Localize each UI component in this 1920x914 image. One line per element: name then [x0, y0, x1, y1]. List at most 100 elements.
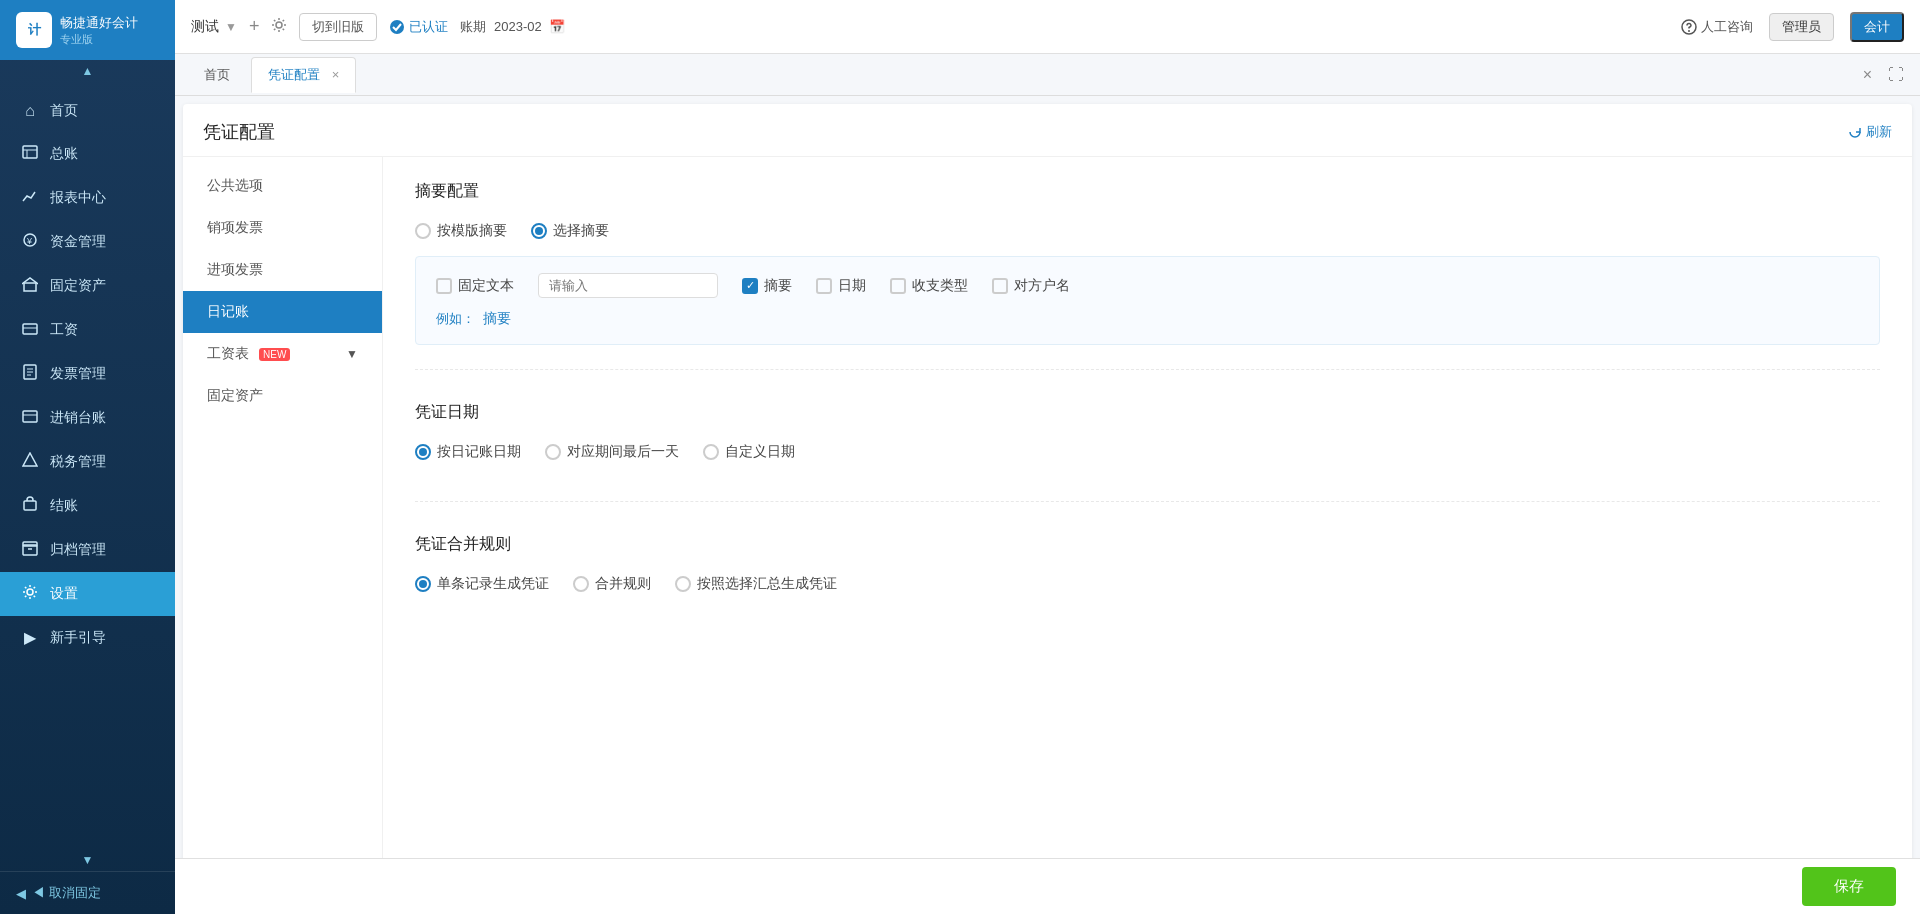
- sidebar-item-assets[interactable]: 固定资产: [0, 264, 175, 308]
- radio-label: 合并规则: [595, 575, 651, 593]
- topbar-switch-btn[interactable]: 切到旧版: [299, 13, 377, 41]
- topbar-period: 账期 2023-02 📅: [460, 18, 565, 36]
- tab-home[interactable]: 首页: [187, 57, 247, 93]
- radio-circle: [415, 223, 431, 239]
- checkbox-income-type[interactable]: 收支类型: [890, 277, 968, 295]
- summary-preview: 例如： 摘要: [436, 310, 1859, 328]
- main-content: 凭证配置 刷新 公共选项 销项发票 进项发票 日记账: [175, 96, 1920, 914]
- radio-circle-checked: [415, 444, 431, 460]
- sidebar-item-label: 设置: [50, 585, 78, 603]
- summary-config-box: 固定文本 摘要 日期: [415, 256, 1880, 345]
- radio-circle: [703, 444, 719, 460]
- fixed-text-input[interactable]: [538, 273, 718, 298]
- sidebar-item-salary[interactable]: 工资: [0, 308, 175, 352]
- radio-circle: [545, 444, 561, 460]
- sidebar-item-close[interactable]: 结账: [0, 484, 175, 528]
- radio-single[interactable]: 单条记录生成凭证: [415, 575, 549, 593]
- left-nav-item-sales-invoice[interactable]: 销项发票: [183, 207, 382, 249]
- left-nav: 公共选项 销项发票 进项发票 日记账 工资表 NEW ▼ 固定资产: [183, 157, 383, 906]
- left-nav-item-journal[interactable]: 日记账: [183, 291, 382, 333]
- assets-icon: [20, 276, 40, 296]
- radio-circle: [675, 576, 691, 592]
- radio-merge-rule[interactable]: 合并规则: [573, 575, 651, 593]
- salary-icon: [20, 320, 40, 340]
- sidebar-item-report[interactable]: 报表中心: [0, 176, 175, 220]
- preview-label: 例如：: [436, 311, 475, 326]
- sidebar-item-trade[interactable]: 进销台账: [0, 396, 175, 440]
- sidebar-item-label: 首页: [50, 102, 78, 120]
- checkbox-box-checked: [742, 278, 758, 294]
- window-maximize-btn[interactable]: ⛶: [1884, 62, 1908, 88]
- topbar-add-btn[interactable]: +: [249, 16, 260, 37]
- topbar: 测试 ▼ + 切到旧版 已认证 账期 2023-02 📅 人工咨询 管理员 会计: [175, 0, 1920, 54]
- invoice-icon: [20, 364, 40, 384]
- tab-voucher-config[interactable]: 凭证配置 ×: [251, 57, 356, 93]
- archive-icon: [20, 540, 40, 560]
- topbar-right: 人工咨询 管理员 会计: [1681, 12, 1904, 42]
- sidebar-item-archive[interactable]: 归档管理: [0, 528, 175, 572]
- left-nav-item-public[interactable]: 公共选项: [183, 165, 382, 207]
- sidebar-item-ledger[interactable]: 总账: [0, 132, 175, 176]
- radio-label: 对应期间最后一天: [567, 443, 679, 461]
- left-nav-item-payroll[interactable]: 工资表 NEW ▼: [183, 333, 382, 375]
- content-body: 公共选项 销项发票 进项发票 日记账 工资表 NEW ▼ 固定资产: [183, 157, 1912, 906]
- sidebar-item-label: 工资: [50, 321, 78, 339]
- sidebar-item-label: 结账: [50, 497, 78, 515]
- sidebar-logo-text: 畅捷通好会计 专业版: [60, 14, 138, 47]
- checkbox-fixed-text[interactable]: 固定文本: [436, 277, 514, 295]
- sidebar-item-settings[interactable]: 设置: [0, 572, 175, 616]
- checkbox-summary[interactable]: 摘要: [742, 277, 792, 295]
- sidebar-nav: ⌂ 首页 总账 报表中心 ¥ 资金管理 固定资产: [0, 82, 175, 849]
- topbar-project-name: 测试: [191, 18, 219, 36]
- radio-template-summary[interactable]: 按模版摘要: [415, 222, 507, 240]
- radio-journal-date[interactable]: 按日记账日期: [415, 443, 521, 461]
- sidebar-item-label: 进销台账: [50, 409, 106, 427]
- radio-select-summary[interactable]: 选择摘要: [531, 222, 609, 240]
- topbar-accountant-btn[interactable]: 会计: [1850, 12, 1904, 42]
- radio-label: 按模版摘要: [437, 222, 507, 240]
- topbar-consult-btn[interactable]: 人工咨询: [1681, 18, 1753, 36]
- radio-custom-date[interactable]: 自定义日期: [703, 443, 795, 461]
- left-nav-item-purchase-invoice[interactable]: 进项发票: [183, 249, 382, 291]
- sidebar-cancel-fixed[interactable]: ◀ ◀ 取消固定: [0, 871, 175, 914]
- radio-label: 按日记账日期: [437, 443, 521, 461]
- topbar-admin-btn[interactable]: 管理员: [1769, 13, 1834, 41]
- checkbox-label: 收支类型: [912, 277, 968, 295]
- checkbox-label: 对方户名: [1014, 277, 1070, 295]
- radio-circle-checked: [415, 576, 431, 592]
- radio-period-last[interactable]: 对应期间最后一天: [545, 443, 679, 461]
- radio-select-merge[interactable]: 按照选择汇总生成凭证: [675, 575, 837, 593]
- sidebar-item-tax[interactable]: 税务管理: [0, 440, 175, 484]
- checkbox-label: 摘要: [764, 277, 792, 295]
- sidebar-item-guide[interactable]: ▶ 新手引导: [0, 616, 175, 659]
- checkbox-box: [992, 278, 1008, 294]
- svg-rect-15: [24, 501, 36, 510]
- topbar-project[interactable]: 测试 ▼: [191, 18, 237, 36]
- checkbox-counterpart[interactable]: 对方户名: [992, 277, 1070, 295]
- sidebar-item-capital[interactable]: ¥ 资金管理: [0, 220, 175, 264]
- sidebar-item-label: 发票管理: [50, 365, 106, 383]
- close-account-icon: [20, 496, 40, 516]
- topbar-verified: 已认证: [389, 18, 448, 36]
- window-close-btn[interactable]: ×: [1859, 62, 1876, 88]
- sidebar-item-label: 归档管理: [50, 541, 106, 559]
- tab-close-btn[interactable]: ×: [332, 67, 340, 82]
- sidebar-scroll-up[interactable]: ▲: [0, 60, 175, 82]
- capital-icon: ¥: [20, 232, 40, 252]
- sidebar-item-home[interactable]: ⌂ 首页: [0, 90, 175, 132]
- tax-icon: [20, 452, 40, 472]
- sidebar-scroll-down[interactable]: ▼: [0, 849, 175, 871]
- calendar-icon[interactable]: 📅: [549, 19, 565, 34]
- sidebar-item-label: 资金管理: [50, 233, 106, 251]
- sidebar-item-invoice[interactable]: 发票管理: [0, 352, 175, 396]
- svg-rect-17: [23, 542, 37, 546]
- sidebar-logo: 计 畅捷通好会计 专业版: [0, 0, 175, 60]
- section-summary: 摘要配置 按模版摘要 选择摘要: [415, 181, 1880, 370]
- refresh-btn[interactable]: 刷新: [1848, 123, 1892, 141]
- save-button[interactable]: 保存: [1802, 867, 1896, 906]
- left-nav-item-fixed-assets[interactable]: 固定资产: [183, 375, 382, 417]
- guide-icon: ▶: [20, 628, 40, 647]
- checkbox-date[interactable]: 日期: [816, 277, 866, 295]
- topbar-gear-btn[interactable]: [271, 17, 287, 37]
- svg-point-21: [390, 20, 404, 34]
